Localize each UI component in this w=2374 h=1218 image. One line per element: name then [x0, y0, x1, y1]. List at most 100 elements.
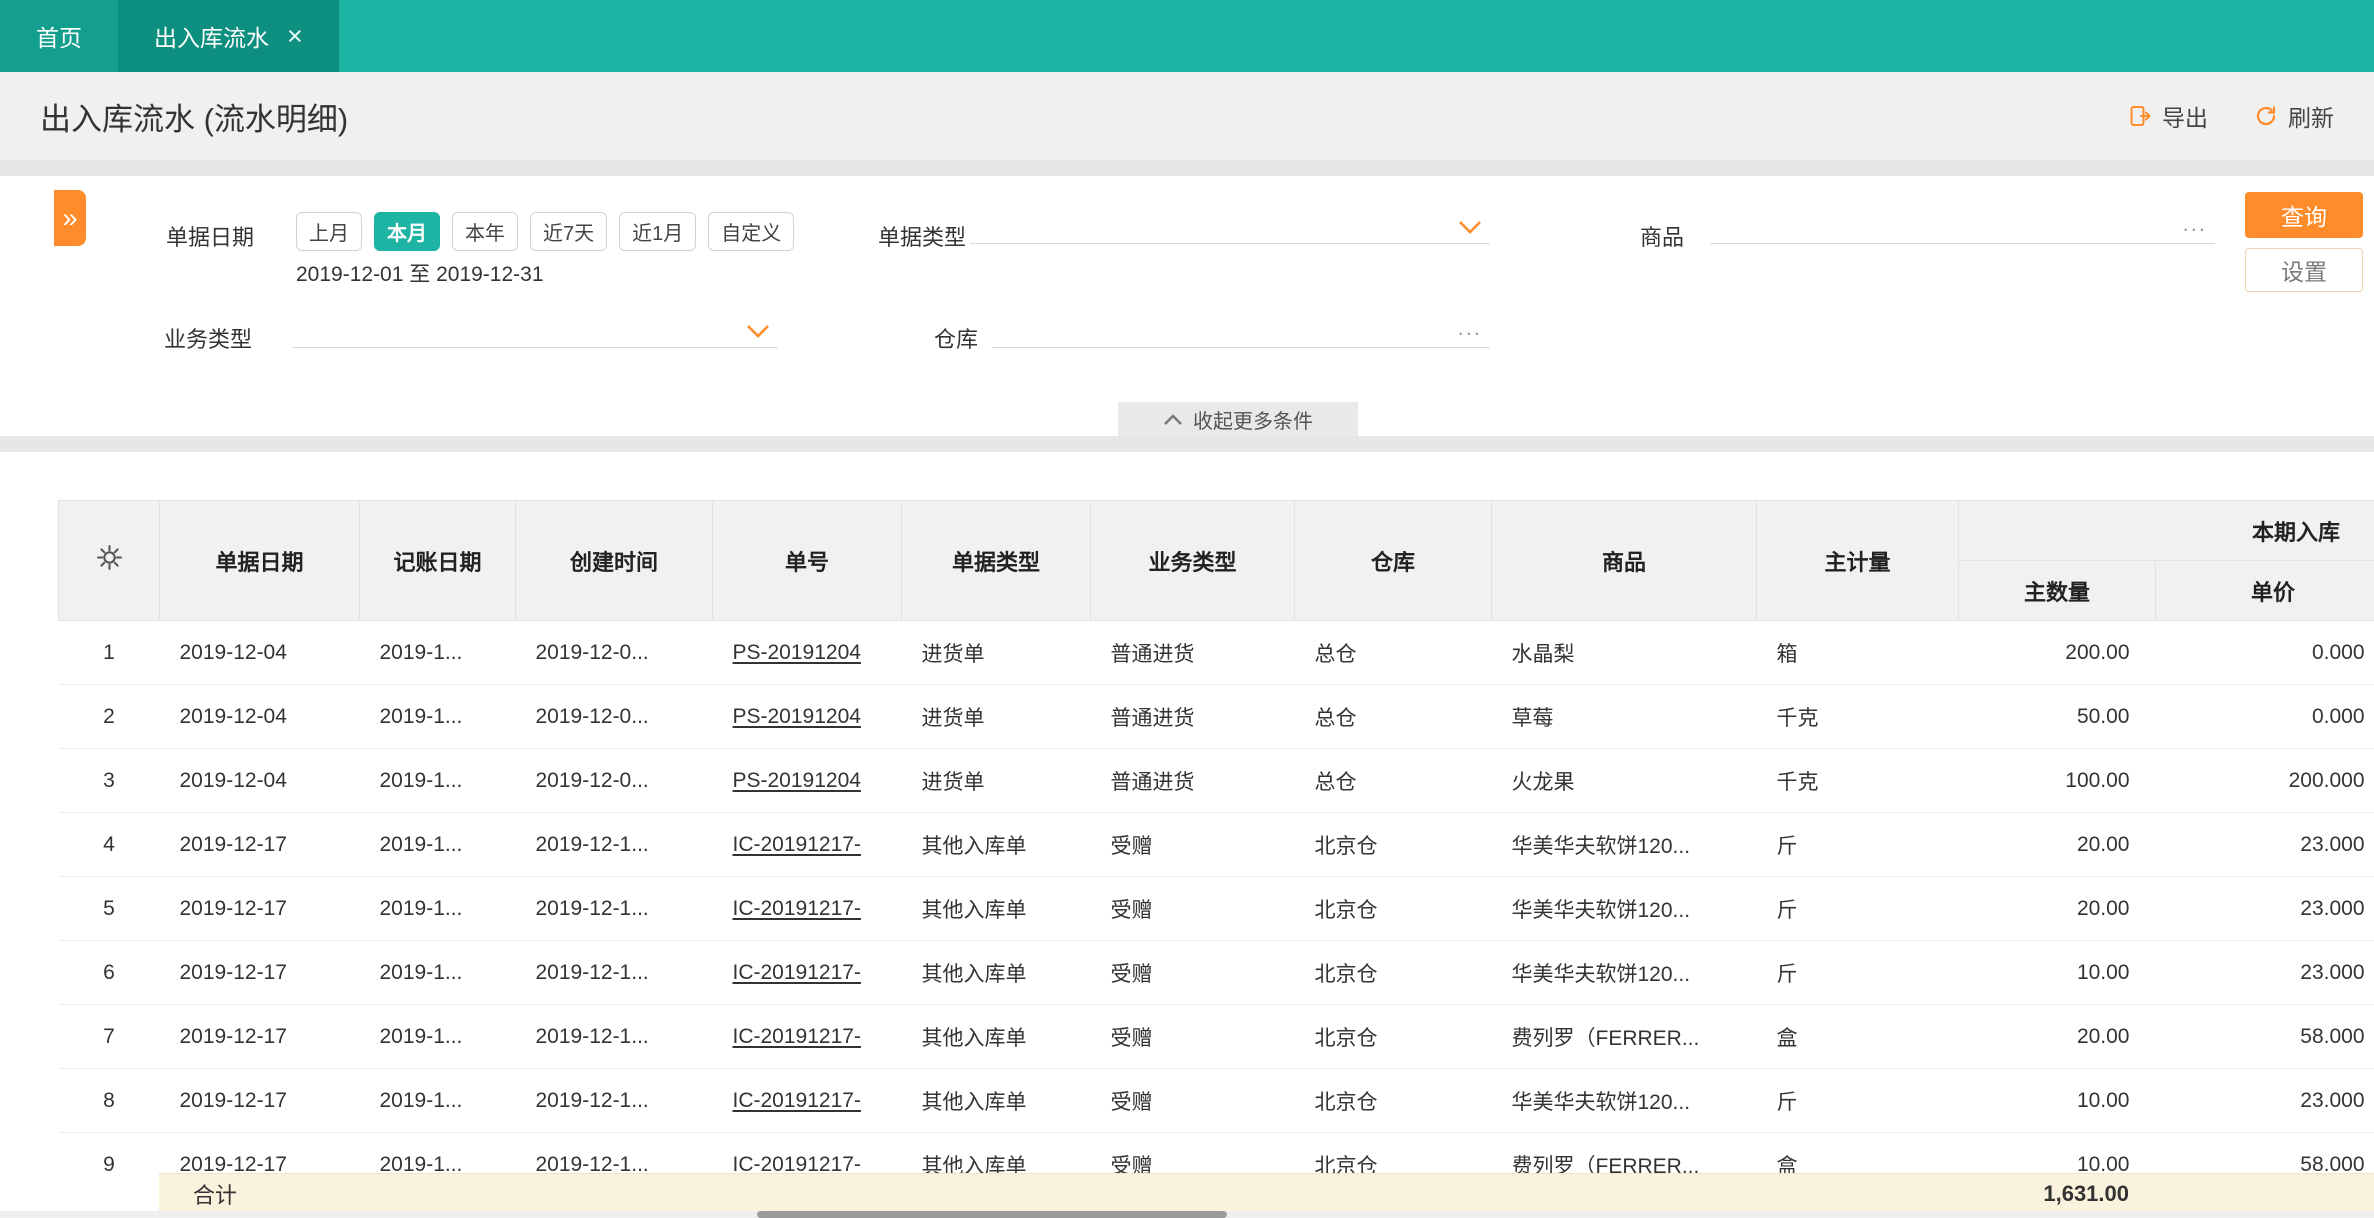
- cell-unit: 箱: [1756, 620, 1959, 685]
- totals-bar: 合计 1,631.00: [58, 1173, 2374, 1213]
- chevron-up-icon: [1163, 413, 1183, 426]
- refresh-button[interactable]: 刷新: [2254, 99, 2334, 133]
- cell-created-time: 2019-12-1...: [515, 940, 713, 1005]
- table-row[interactable]: 3 2019-12-04 2019-1... 2019-12-0... PS-2…: [58, 748, 2374, 813]
- table-row[interactable]: 2 2019-12-04 2019-1... 2019-12-0... PS-2…: [58, 684, 2374, 749]
- cell-created-time: 2019-12-0...: [515, 684, 713, 749]
- warehouse-filter-label: 仓库: [934, 327, 979, 352]
- export-label: 导出: [2162, 105, 2208, 131]
- date-chip-本年[interactable]: 本年: [452, 212, 518, 251]
- row-index: 5: [58, 876, 160, 941]
- cell-biz-type: 受赠: [1090, 1068, 1295, 1133]
- cell-unit: 斤: [1756, 940, 1959, 1005]
- table-row[interactable]: 8 2019-12-17 2019-1... 2019-12-1... IC-2…: [58, 1068, 2374, 1133]
- tab-inout-flow[interactable]: 出入库流水 ×: [118, 0, 339, 72]
- cell-created-time: 2019-12-1...: [515, 876, 713, 941]
- tab-home-label: 首页: [36, 25, 82, 51]
- refresh-icon: [2254, 104, 2278, 128]
- date-chip-近1月[interactable]: 近1月: [619, 212, 697, 251]
- doc-number-link[interactable]: IC-20191217-: [733, 961, 861, 984]
- col-header-price: 单价: [2154, 560, 2374, 621]
- cell-product: 水晶梨: [1491, 620, 1757, 685]
- cell-biz-type: 受赠: [1090, 940, 1295, 1005]
- cell-doc-date: 2019-12-04: [159, 684, 360, 749]
- top-tab-bar: 首页 出入库流水 ×: [0, 0, 2374, 72]
- date-range-value[interactable]: 2019-12-01 至 2019-12-31: [296, 258, 544, 288]
- cell-price: 23.000: [2155, 940, 2374, 1005]
- cell-price: 200.000: [2155, 748, 2374, 813]
- collapse-filters-label: 收起更多条件: [1193, 410, 1313, 433]
- date-chip-近7天[interactable]: 近7天: [530, 212, 608, 251]
- cell-book-date: 2019-1...: [359, 1004, 516, 1069]
- horizontal-scrollbar[interactable]: [0, 1211, 2374, 1218]
- col-header-qty: 主数量: [1958, 560, 2156, 621]
- cell-price: 58.000: [2155, 1004, 2374, 1069]
- cell-created-time: 2019-12-1...: [515, 1068, 713, 1133]
- col-header-product: 商品: [1491, 500, 1757, 621]
- row-index: 2: [58, 684, 160, 749]
- cell-warehouse: 北京仓: [1294, 1068, 1492, 1133]
- column-settings-button[interactable]: [58, 500, 160, 621]
- double-chevron-right-icon: »: [62, 202, 78, 233]
- table-row[interactable]: 6 2019-12-17 2019-1... 2019-12-1... IC-2…: [58, 940, 2374, 1005]
- cell-biz-type: 受赠: [1090, 876, 1295, 941]
- table-row[interactable]: 1 2019-12-04 2019-1... 2019-12-0... PS-2…: [58, 620, 2374, 685]
- col-header-book-date: 记账日期: [359, 500, 516, 621]
- sidebar-expand-button[interactable]: »: [54, 190, 86, 246]
- cell-doc-date: 2019-12-17: [159, 1004, 360, 1069]
- cell-product: 华美华夫软饼120...: [1491, 940, 1757, 1005]
- cell-product: 华美华夫软饼120...: [1491, 812, 1757, 877]
- warehouse-picker[interactable]: ...: [992, 304, 1490, 348]
- doc-type-select[interactable]: [970, 200, 1490, 244]
- table-row[interactable]: 4 2019-12-17 2019-1... 2019-12-1... IC-2…: [58, 812, 2374, 877]
- export-button[interactable]: 导出: [2128, 99, 2208, 133]
- query-button[interactable]: 查询: [2245, 192, 2363, 238]
- doc-number-link[interactable]: IC-20191217-: [733, 833, 861, 856]
- settings-button[interactable]: 设置: [2245, 248, 2363, 292]
- cell-warehouse: 总仓: [1294, 684, 1492, 749]
- date-chip-本月[interactable]: 本月: [374, 212, 440, 251]
- cell-doc-date: 2019-12-17: [159, 940, 360, 1005]
- tab-inout-flow-label: 出入库流水: [154, 25, 269, 51]
- doc-number-link[interactable]: IC-20191217-: [733, 1089, 861, 1112]
- cell-created-time: 2019-12-1...: [515, 812, 713, 877]
- product-picker[interactable]: ...: [1710, 200, 2215, 244]
- doc-number-link[interactable]: IC-20191217-: [733, 897, 861, 920]
- date-chip-自定义[interactable]: 自定义: [708, 212, 795, 251]
- cell-biz-type: 受赠: [1090, 1004, 1295, 1069]
- totals-row: 合计 1,631.00: [159, 1173, 2374, 1213]
- cell-unit: 千克: [1756, 748, 1959, 813]
- collapse-filters-button[interactable]: 收起更多条件: [1118, 402, 1358, 436]
- doc-number-link[interactable]: IC-20191217-: [733, 1025, 861, 1048]
- cell-book-date: 2019-1...: [359, 940, 516, 1005]
- table-row[interactable]: 7 2019-12-17 2019-1... 2019-12-1... IC-2…: [58, 1004, 2374, 1069]
- close-tab-icon[interactable]: ×: [287, 22, 303, 50]
- cell-created-time: 2019-12-0...: [515, 620, 713, 685]
- doc-number-link[interactable]: PS-20191204: [733, 769, 861, 792]
- cell-unit: 斤: [1756, 812, 1959, 877]
- cell-book-date: 2019-1...: [359, 620, 516, 685]
- biz-type-select[interactable]: [292, 304, 778, 348]
- table-row[interactable]: 5 2019-12-17 2019-1... 2019-12-1... IC-2…: [58, 876, 2374, 941]
- col-group-header-inbound: 本期入库: [1957, 500, 2374, 561]
- cell-book-date: 2019-1...: [359, 876, 516, 941]
- doc-number-link[interactable]: PS-20191204: [733, 705, 861, 728]
- cell-doc-date: 2019-12-04: [159, 748, 360, 813]
- cell-price: 0.000: [2155, 684, 2374, 749]
- cell-product: 华美华夫软饼120...: [1491, 876, 1757, 941]
- cell-unit: 斤: [1756, 876, 1959, 941]
- cell-doc-no: PS-20191204: [712, 748, 902, 813]
- scrollbar-thumb[interactable]: [757, 1211, 1227, 1218]
- totals-qty-value: 1,631.00: [2043, 1180, 2129, 1206]
- cell-doc-date: 2019-12-04: [159, 620, 360, 685]
- tab-home[interactable]: 首页: [0, 0, 118, 72]
- cell-created-time: 2019-12-1...: [515, 1004, 713, 1069]
- table-body: 1 2019-12-04 2019-1... 2019-12-0... PS-2…: [58, 620, 2374, 1197]
- cell-qty: 100.00: [1958, 748, 2156, 813]
- cell-qty: 200.00: [1958, 620, 2156, 685]
- cell-unit: 盒: [1756, 1004, 1959, 1069]
- date-chip-上月[interactable]: 上月: [296, 212, 362, 251]
- cell-qty: 50.00: [1958, 684, 2156, 749]
- doc-number-link[interactable]: PS-20191204: [733, 641, 861, 664]
- row-index: 7: [58, 1004, 160, 1069]
